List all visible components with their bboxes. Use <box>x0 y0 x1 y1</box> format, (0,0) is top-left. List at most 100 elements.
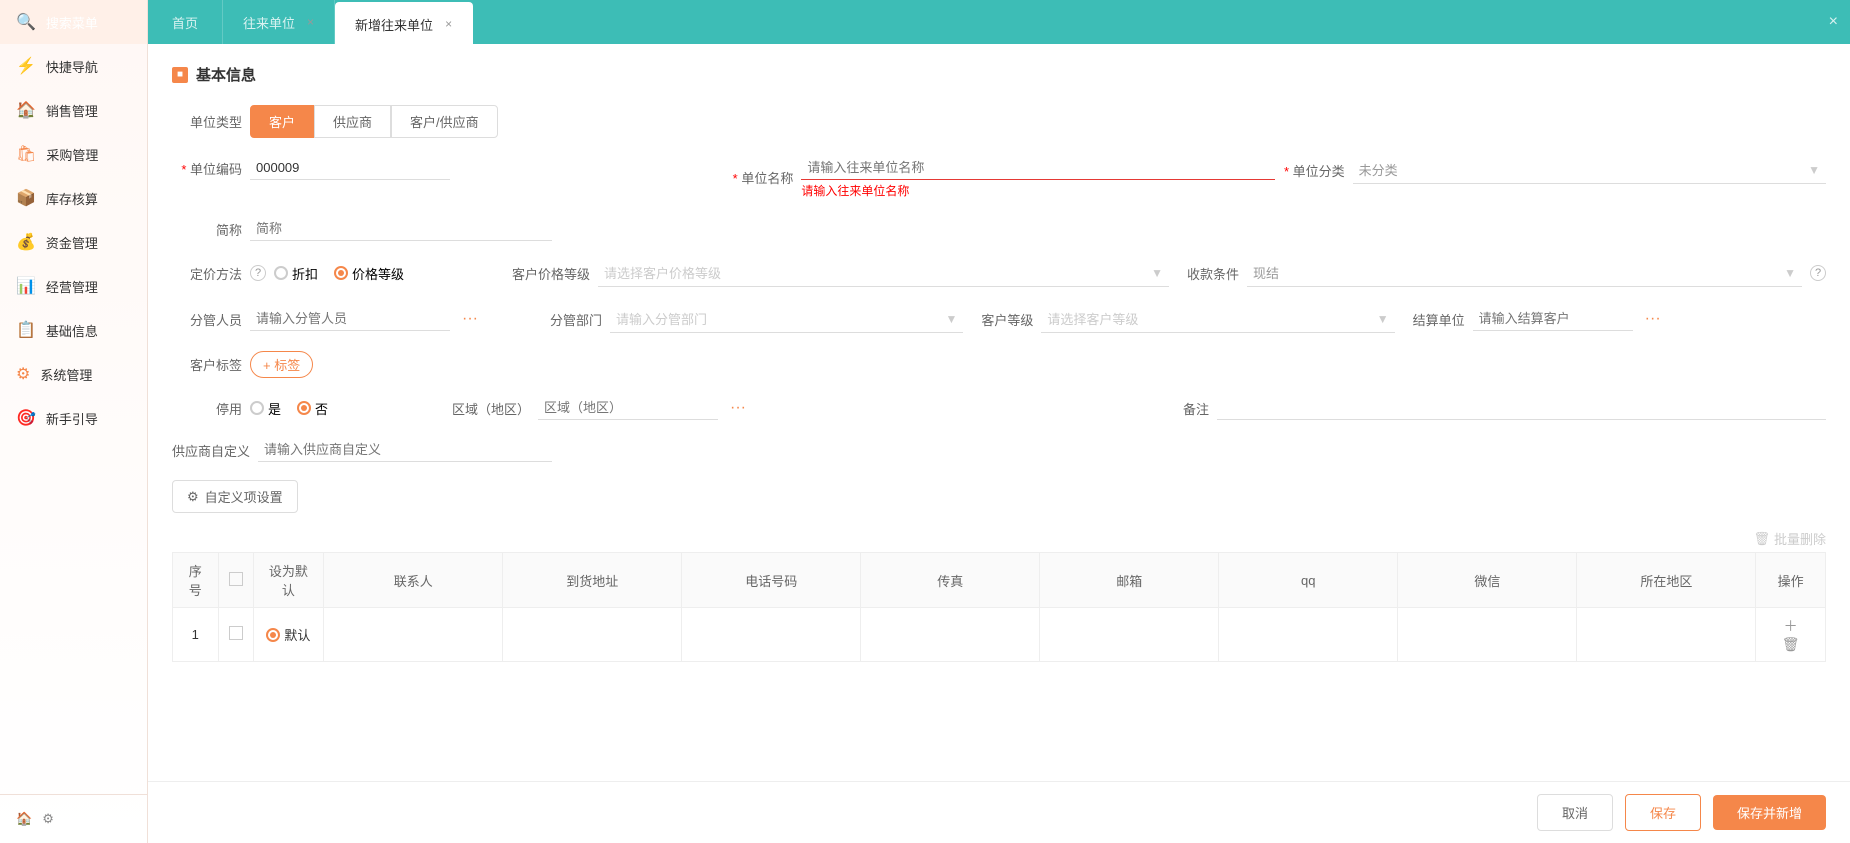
sidebar-item-finance[interactable]: 💰 资金管理 <box>0 220 147 264</box>
type-btn-both[interactable]: 客户/供应商 <box>391 105 498 138</box>
supplier-custom-label: 供应商自定义 <box>172 441 250 460</box>
cell-address[interactable] <box>503 608 682 662</box>
add-row-icon[interactable]: ＋ <box>1780 618 1802 634</box>
custom-settings-button[interactable]: ⚙ 自定义项设置 <box>172 480 298 513</box>
sidebar-item-system[interactable]: ⚙ 系统管理 <box>0 352 147 396</box>
sidebar-item-purchase[interactable]: 🛍 采购管理 <box>0 132 147 176</box>
unit-info-row: 单位编码 单位名称 请输入往来单位名称 单位分类 未分类 ▼ <box>172 156 1826 199</box>
radio-yes[interactable]: 是 <box>250 399 281 418</box>
save-button[interactable]: 保存 <box>1625 794 1701 831</box>
unit-code-label: 单位编码 <box>172 159 242 178</box>
sidebar-item-search[interactable]: 🔍 搜索菜单 <box>0 0 147 44</box>
sales-icon: 🏠 <box>16 100 36 120</box>
customer-price-group: 客户价格等级 请选择客户价格等级 ▼ <box>512 259 1169 287</box>
tab-new-contact[interactable]: 新增往来单位 × <box>335 2 473 46</box>
sidebar-footer-home[interactable]: 🏠 ⚙ <box>0 803 147 835</box>
contact-table: 序号 设为默认 联系人 到货地址 电话号码 传真 邮箱 qq 微信 所在地区 操… <box>172 552 1826 662</box>
region-more-icon[interactable]: ··· <box>726 399 750 417</box>
region-table-input[interactable] <box>1587 627 1745 642</box>
table-header: 序号 设为默认 联系人 到货地址 电话号码 传真 邮箱 qq 微信 所在地区 操… <box>173 553 1826 608</box>
sidebar: 🔍 搜索菜单 ⚡ 快捷导航 🏠 销售管理 🛍 采购管理 📦 库存核算 💰 资金管… <box>0 0 148 843</box>
manager-more-icon[interactable]: ··· <box>458 310 482 328</box>
settlement-more-icon[interactable]: ··· <box>1641 310 1665 328</box>
radio-price-level[interactable]: 价格等级 <box>334 264 404 283</box>
cell-qq[interactable] <box>1219 608 1398 662</box>
select-all-checkbox[interactable] <box>229 572 243 586</box>
cell-region[interactable] <box>1577 608 1756 662</box>
tab-new-contact-label: 新增往来单位 <box>355 15 433 34</box>
email-input[interactable] <box>1050 627 1208 642</box>
fax-input[interactable] <box>871 627 1029 642</box>
batch-delete-label: 批量删除 <box>1774 529 1826 548</box>
unit-name-group: 单位名称 请输入往来单位名称 <box>723 156 1274 199</box>
payment-terms-value: 现结 <box>1253 263 1279 282</box>
tab-contacts[interactable]: 往来单位 × <box>223 0 335 44</box>
close-new-contact-icon[interactable]: × <box>445 17 452 31</box>
sidebar-item-guide[interactable]: 🎯 新手引导 <box>0 396 147 440</box>
sidebar-item-quick-nav[interactable]: ⚡ 快捷导航 <box>0 44 147 88</box>
address-input[interactable] <box>513 627 671 642</box>
unit-category-select[interactable]: 未分类 ▼ <box>1353 156 1826 184</box>
cell-fax[interactable] <box>861 608 1040 662</box>
cell-wechat[interactable] <box>1398 608 1577 662</box>
short-name-input[interactable] <box>250 217 552 241</box>
purchase-icon: 🛍 <box>16 144 36 164</box>
save-new-button[interactable]: 保存并新增 <box>1713 795 1826 830</box>
pricing-row: 定价方法 ? 折扣 价格等级 客户价格等级 请选择客户价格等级 <box>172 259 1826 287</box>
custom-settings-label: 自定义项设置 <box>205 487 283 506</box>
close-contacts-icon[interactable]: × <box>307 15 314 29</box>
pricing-radio-group: 折扣 价格等级 <box>274 264 404 283</box>
radio-discount[interactable]: 折扣 <box>274 264 318 283</box>
customer-price-label: 客户价格等级 <box>512 264 590 283</box>
cell-actions: ＋ 🗑 <box>1756 608 1826 662</box>
type-btn-supplier[interactable]: 供应商 <box>314 105 391 138</box>
settings-footer-icon: ⚙ <box>42 811 54 827</box>
remarks-input[interactable] <box>1217 396 1826 420</box>
department-select[interactable]: 请输入分管部门 ▼ <box>610 305 963 333</box>
customer-level-dropdown-icon: ▼ <box>1377 312 1389 326</box>
gear-icon: ⚙ <box>187 489 199 505</box>
sidebar-item-basic[interactable]: 📋 基础信息 <box>0 308 147 352</box>
unit-category-group: 单位分类 未分类 ▼ <box>1275 156 1826 184</box>
sidebar-item-sales[interactable]: 🏠 销售管理 <box>0 88 147 132</box>
radio-no[interactable]: 否 <box>297 399 328 418</box>
row-checkbox[interactable] <box>229 626 243 640</box>
payment-help-icon[interactable]: ? <box>1810 265 1826 281</box>
region-input[interactable] <box>538 396 718 420</box>
delete-row-icon[interactable]: 🗑 <box>1778 636 1804 652</box>
qq-input[interactable] <box>1229 627 1387 642</box>
batch-delete-area[interactable]: 🗑 批量删除 <box>172 529 1826 548</box>
tab-home[interactable]: 首页 <box>148 0 223 44</box>
sidebar-item-label: 资金管理 <box>46 233 98 252</box>
section-icon: ■ <box>172 67 188 83</box>
default-radio[interactable]: 默认 <box>264 625 314 644</box>
cell-phone[interactable] <box>682 608 861 662</box>
type-btn-customer[interactable]: 客户 <box>250 105 314 138</box>
sidebar-item-inventory[interactable]: 📦 库存核算 <box>0 176 147 220</box>
unit-code-input[interactable] <box>250 156 450 180</box>
type-buttons: 客户 供应商 客户/供应商 <box>250 105 498 138</box>
col-address: 到货地址 <box>503 553 682 608</box>
supplier-custom-input[interactable] <box>258 438 552 462</box>
sidebar-item-label: 快捷导航 <box>46 57 98 76</box>
contact-input[interactable] <box>334 627 492 642</box>
manager-input[interactable] <box>250 307 450 331</box>
system-icon: ⚙ <box>16 364 30 384</box>
cell-contact[interactable] <box>324 608 503 662</box>
customer-price-select[interactable]: 请选择客户价格等级 ▼ <box>598 259 1169 287</box>
region-group: 区域（地区） ··· <box>452 396 1139 420</box>
customer-level-select[interactable]: 请选择客户等级 ▼ <box>1041 305 1394 333</box>
phone-input[interactable] <box>692 627 850 642</box>
unit-name-input[interactable] <box>801 156 1274 180</box>
payment-terms-select[interactable]: 现结 ▼ <box>1247 259 1802 287</box>
wechat-input[interactable] <box>1408 627 1566 642</box>
pricing-help-icon[interactable]: ? <box>250 265 266 281</box>
settlement-input[interactable] <box>1473 307 1633 331</box>
pricing-method-group: 定价方法 ? 折扣 价格等级 <box>172 264 512 283</box>
cancel-button[interactable]: 取消 <box>1537 794 1613 831</box>
add-tag-button[interactable]: + 标签 <box>250 351 313 378</box>
close-all-tabs-icon[interactable]: × <box>1829 13 1838 31</box>
cell-email[interactable] <box>1040 608 1219 662</box>
tab-contacts-label: 往来单位 <box>243 13 295 32</box>
sidebar-item-operations[interactable]: 📊 经营管理 <box>0 264 147 308</box>
